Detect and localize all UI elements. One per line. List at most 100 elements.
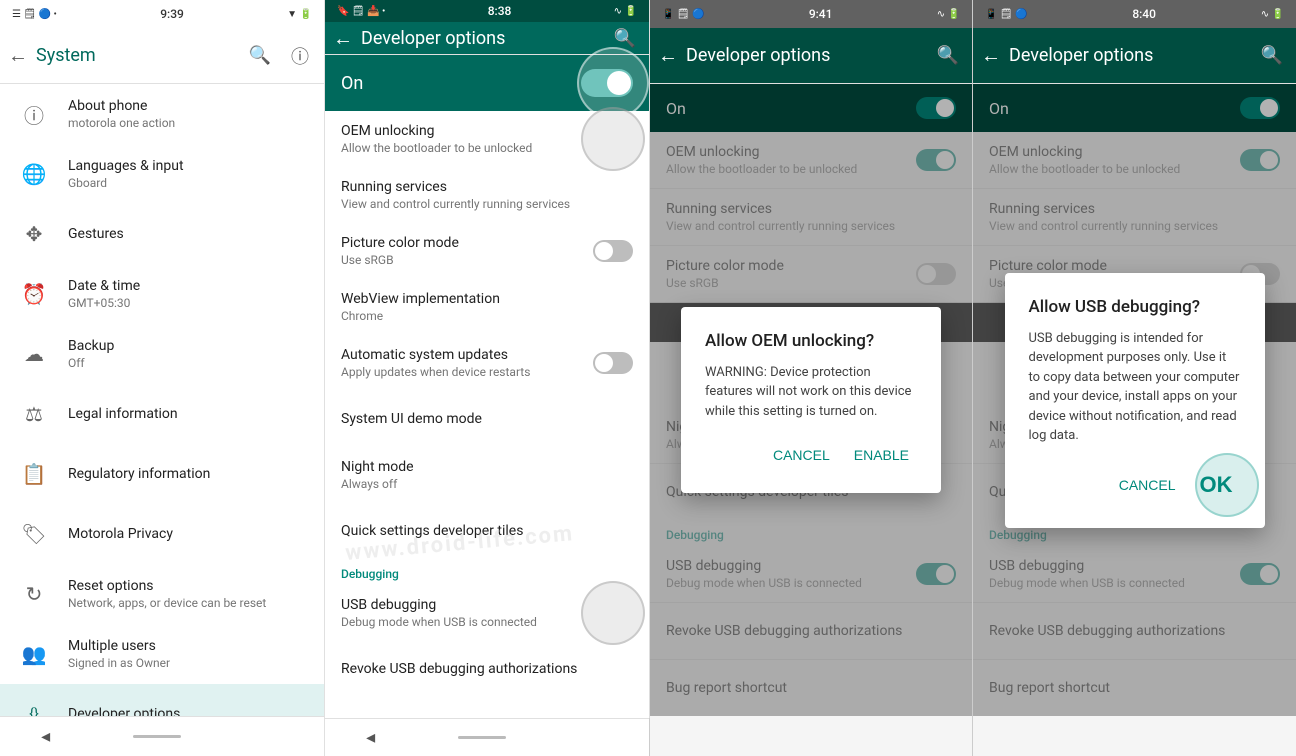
settings-item-users[interactable]: 👥 Multiple users Signed in as Owner: [0, 624, 324, 684]
gestures-title: Gestures: [68, 226, 308, 242]
about-subtitle: motorola one action: [68, 116, 308, 130]
search-icon-panel1[interactable]: 🔍: [244, 40, 276, 72]
settings-item-regulatory[interactable]: 📋 Regulatory information: [0, 444, 324, 504]
wifi-battery-p2: ∿ 🔋: [614, 6, 637, 17]
status-time-panel3: 9:41: [809, 7, 833, 21]
toggle-picture-slider-p2: [593, 240, 633, 262]
oem-dialog: Allow OEM unlocking? WARNING: Device pro…: [681, 307, 941, 494]
usb-cancel-btn[interactable]: Cancel: [1111, 466, 1184, 504]
dev-item-oem[interactable]: OEM unlocking Allow the bootloader to be…: [325, 111, 649, 167]
languages-subtitle: Gboard: [68, 176, 308, 190]
languages-title: Languages & input: [68, 158, 308, 174]
running-title-p2: Running services: [341, 179, 633, 195]
legal-icon: ⚖: [16, 396, 52, 432]
settings-list: ⓘ About phone motorola one action 🌐 Lang…: [0, 84, 324, 716]
dev-item-usb[interactable]: USB debugging Debug mode when USB is con…: [325, 585, 649, 641]
settings-item-developer[interactable]: {} Developer options: [0, 684, 324, 716]
toggle-autoupdate-p2[interactable]: [593, 352, 633, 374]
wifi-battery-p3: ∿ 🔋: [937, 9, 960, 20]
back-arrow-panel1[interactable]: ←: [8, 43, 28, 68]
settings-item-reset[interactable]: ↻ Reset options Network, apps, or device…: [0, 564, 324, 624]
back-arrow-panel2[interactable]: ←: [333, 26, 353, 51]
status-time-panel4: 8:40: [1132, 7, 1156, 21]
dev-item-bugreport[interactable]: Bug report shortcut: [325, 697, 649, 718]
status-icons-right-p3: ∿ 🔋: [937, 9, 960, 20]
datetime-subtitle: GMT+05:30: [68, 296, 308, 310]
status-icons-right-p2: ∿ 🔋: [614, 6, 637, 17]
status-bar-panel2: 🔖 🗒 📥 • 8:38 ∿ 🔋: [325, 0, 649, 22]
settings-item-about[interactable]: ⓘ About phone motorola one action: [0, 84, 324, 144]
dev-item-revoke[interactable]: Revoke USB debugging authorizations: [325, 641, 649, 697]
topbar-title-panel2: Developer options: [361, 28, 609, 49]
status-icons-left-text: ☰ 🗒 🔵 •: [12, 9, 57, 20]
wifi-battery-panel1: ▼ 🔋: [287, 9, 312, 20]
circle-usb-highlight: [581, 581, 645, 645]
oem-dialog-actions: Cancel Enable: [705, 441, 917, 469]
nav-back-panel1[interactable]: ◂: [41, 726, 50, 747]
debugging-header-p2: Debugging: [325, 559, 649, 585]
settings-item-legal[interactable]: ⚖ Legal information: [0, 384, 324, 444]
developer-title: Developer options: [68, 706, 308, 716]
settings-item-languages[interactable]: 🌐 Languages & input Gboard: [0, 144, 324, 204]
picture-title-p2: Picture color mode: [341, 235, 593, 251]
privacy-icon: 🏷: [16, 516, 52, 552]
search-icon-panel4[interactable]: 🔍: [1256, 40, 1288, 72]
oem-enable-btn[interactable]: Enable: [846, 441, 917, 469]
legal-title: Legal information: [68, 406, 308, 422]
settings-item-backup[interactable]: ☁ Backup Off: [0, 324, 324, 384]
dev-item-webview[interactable]: WebView implementation Chrome: [325, 279, 649, 335]
usb-dialog-actions: Cancel OK: [1029, 466, 1241, 504]
about-icon: ⓘ: [16, 96, 52, 132]
about-title: About phone: [68, 98, 308, 114]
nav-back-panel2[interactable]: ◂: [366, 727, 375, 748]
users-title: Multiple users: [68, 638, 308, 654]
panel-system: ☰ 🗒 🔵 • 9:39 ▼ 🔋 ← System 🔍 ⓘ ⓘ About ph…: [0, 0, 325, 756]
status-icons-left-p2: 🔖 🗒 📥 •: [337, 6, 385, 17]
usb-dialog-title: Allow USB debugging?: [1029, 297, 1241, 317]
regulatory-title: Regulatory information: [68, 466, 308, 482]
running-subtitle-p2: View and control currently running servi…: [341, 197, 633, 211]
dev-item-running[interactable]: Running services View and control curren…: [325, 167, 649, 223]
usb-ok-btn[interactable]: OK: [1192, 466, 1241, 504]
dev-item-quicksettings[interactable]: Quick settings developer tiles: [325, 503, 649, 559]
dev-item-systemui[interactable]: System UI demo mode: [325, 391, 649, 447]
help-icon-panel1[interactable]: ⓘ: [284, 40, 316, 72]
reset-subtitle: Network, apps, or device can be reset: [68, 596, 308, 610]
panel-developer: 🔖 🗒 📥 • 8:38 ∿ 🔋 ← Developer options 🔍 O…: [325, 0, 650, 756]
panel-usb-dialog: 📱 🗒 🔵 8:40 ∿ 🔋 ← Developer options 🔍 On …: [973, 0, 1296, 756]
oem-cancel-btn[interactable]: Cancel: [765, 441, 838, 469]
topbar-panel3: ← Developer options 🔍: [650, 28, 972, 84]
nightmode-title-p2: Night mode: [341, 459, 633, 475]
status-icons-left: ☰ 🗒 🔵 •: [12, 9, 57, 20]
reset-icon: ↻: [16, 576, 52, 612]
circle-oem-highlight: [581, 107, 645, 171]
dialog-overlay-p4: Allow USB debugging? USB debugging is in…: [973, 84, 1296, 716]
toggle-picture-p2[interactable]: [593, 240, 633, 262]
panel-oem-dialog: 📱 🗒 🔵 9:41 ∿ 🔋 ← Developer options 🔍 On …: [650, 0, 973, 756]
regulatory-icon: 📋: [16, 456, 52, 492]
topbar-icons-panel4: 🔍: [1256, 40, 1288, 72]
settings-item-privacy[interactable]: 🏷 Motorola Privacy: [0, 504, 324, 564]
dev-item-picture[interactable]: Picture color mode Use sRGB: [325, 223, 649, 279]
status-bar-panel3: 📱 🗒 🔵 9:41 ∿ 🔋: [650, 0, 972, 28]
systemui-title-p2: System UI demo mode: [341, 411, 633, 427]
back-arrow-panel4[interactable]: ←: [981, 43, 1001, 68]
topbar-panel1: ← System 🔍 ⓘ: [0, 28, 324, 84]
search-icon-panel3[interactable]: 🔍: [932, 40, 964, 72]
dev-on-row[interactable]: On: [325, 55, 649, 111]
oem-dialog-title: Allow OEM unlocking?: [705, 331, 917, 351]
privacy-title: Motorola Privacy: [68, 526, 308, 542]
back-arrow-panel3[interactable]: ←: [658, 43, 678, 68]
topbar-title-panel1: System: [36, 45, 244, 66]
datetime-title: Date & time: [68, 278, 308, 294]
dev-item-autoupdate[interactable]: Automatic system updates Apply updates w…: [325, 335, 649, 391]
dev-item-nightmode[interactable]: Night mode Always off: [325, 447, 649, 503]
autoupdate-title-p2: Automatic system updates: [341, 347, 593, 363]
settings-item-gestures[interactable]: ✥ Gestures: [0, 204, 324, 264]
usb-dialog: Allow USB debugging? USB debugging is in…: [1005, 273, 1265, 528]
status-icons-right: ▼ 🔋: [287, 9, 312, 20]
datetime-icon: ⏰: [16, 276, 52, 312]
settings-item-datetime[interactable]: ⏰ Date & time GMT+05:30: [0, 264, 324, 324]
topbar-title-panel3: Developer options: [686, 45, 932, 66]
nav-indicator-panel1: [133, 735, 181, 738]
